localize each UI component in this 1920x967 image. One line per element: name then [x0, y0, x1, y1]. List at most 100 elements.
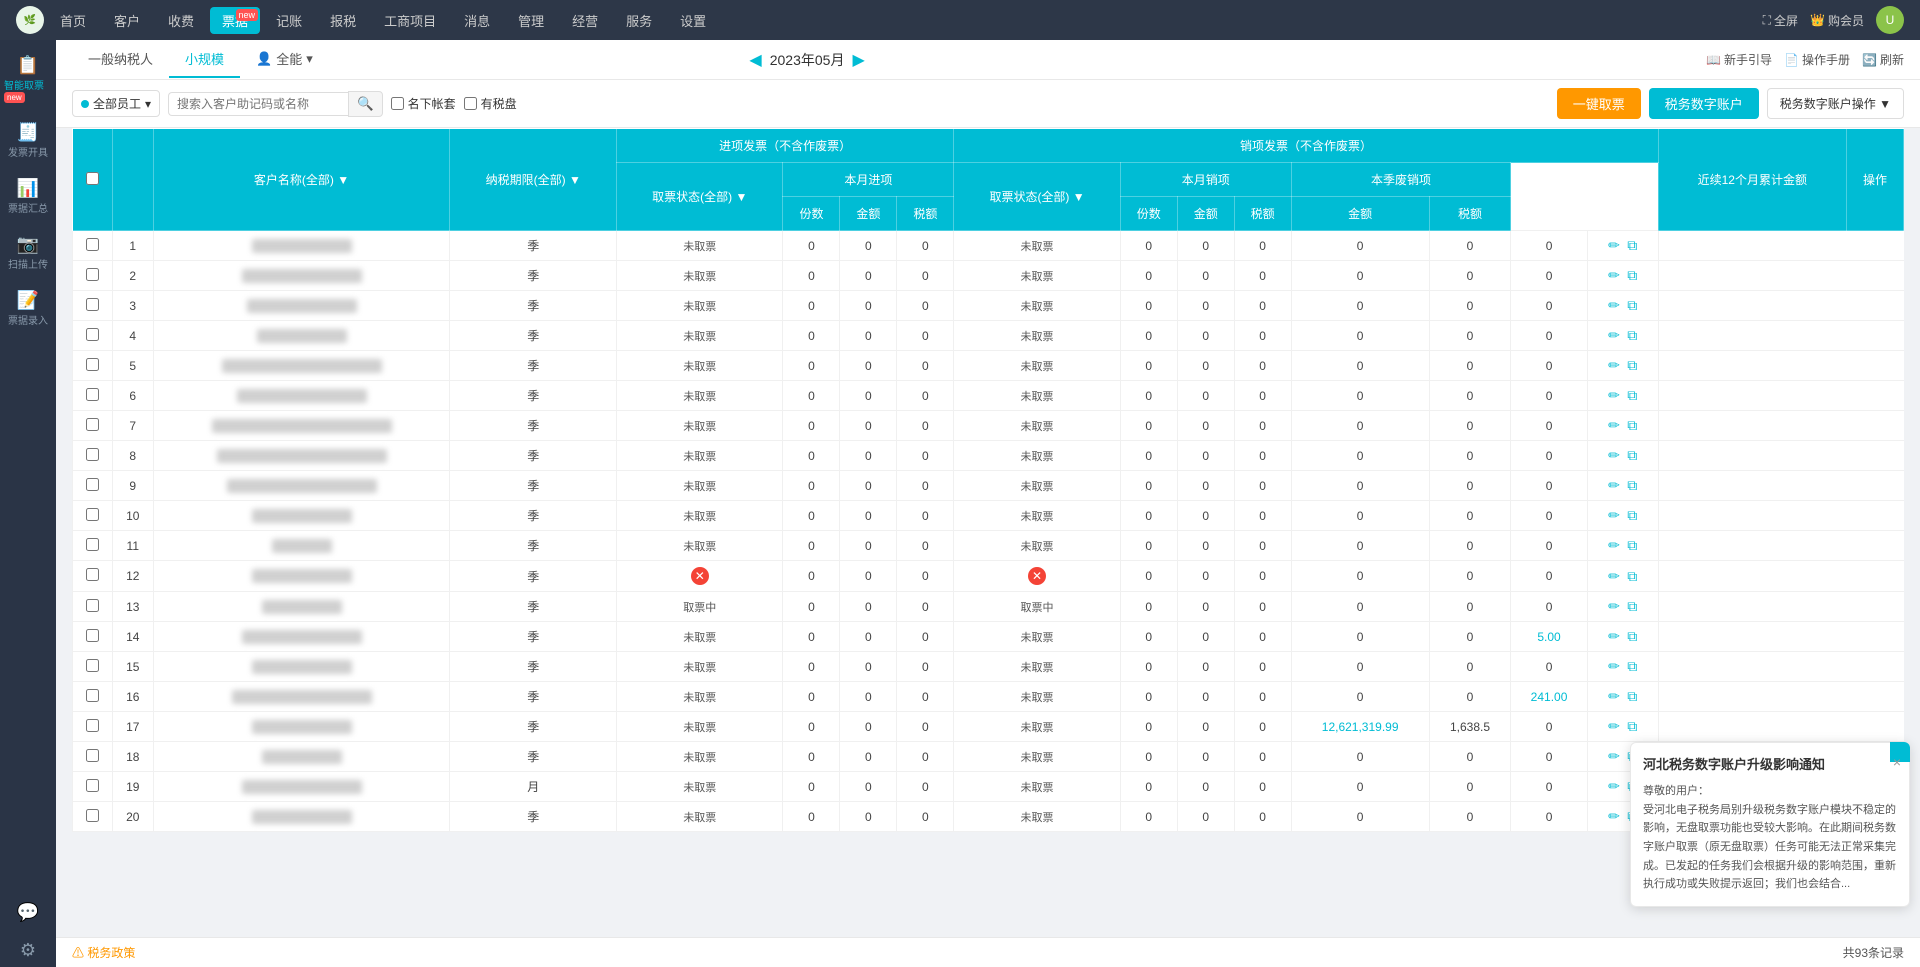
one-click-invoice-btn[interactable]: 一键取票 — [1557, 88, 1641, 119]
row-checkbox[interactable] — [86, 298, 99, 311]
copy-icon[interactable]: ⧉ — [1627, 477, 1637, 493]
nav-billing[interactable]: 收费 — [156, 7, 206, 34]
search-input[interactable] — [168, 92, 348, 116]
row-checkbox[interactable] — [86, 809, 99, 822]
cell-check[interactable] — [73, 501, 113, 531]
cell-check[interactable] — [73, 441, 113, 471]
nav-business[interactable]: 工商项目 — [372, 7, 448, 34]
employee-selector[interactable]: 全部员工 ▾ — [72, 90, 160, 117]
edit-icon[interactable]: ✏ — [1608, 357, 1620, 373]
row-checkbox[interactable] — [86, 749, 99, 762]
cell-check[interactable] — [73, 381, 113, 411]
guide-btn[interactable]: 📖 新手引导 — [1706, 51, 1772, 68]
th-in-status[interactable]: 取票状态(全部) ▼ — [616, 163, 783, 231]
copy-icon[interactable]: ⧉ — [1627, 537, 1637, 553]
copy-icon[interactable]: ⧉ — [1627, 628, 1637, 644]
sidebar-item-invoice-open[interactable]: 🧾 发票开具 — [0, 115, 56, 167]
edit-icon[interactable]: ✏ — [1608, 628, 1620, 644]
digital-account-ops-btn[interactable]: 税务数字账户操作 ▼ — [1767, 88, 1904, 119]
notice-close-btn[interactable]: × — [1893, 751, 1901, 773]
copy-icon[interactable]: ⧉ — [1627, 688, 1637, 704]
edit-icon[interactable]: ✏ — [1608, 778, 1620, 794]
sidebar-item-invoice-summary[interactable]: 📊 票据汇总 — [0, 171, 56, 223]
th-customer[interactable]: 客户名称(全部) ▼ — [153, 129, 450, 231]
edit-icon[interactable]: ✏ — [1608, 748, 1620, 764]
copy-icon[interactable]: ⧉ — [1627, 357, 1637, 373]
fullscreen-btn[interactable]: ⛶ 全屏 — [1763, 12, 1798, 29]
edit-icon[interactable]: ✏ — [1608, 237, 1620, 253]
search-btn[interactable]: 🔍 — [348, 91, 383, 117]
nav-service[interactable]: 服务 — [614, 7, 664, 34]
tax-disk-checkbox[interactable] — [464, 97, 477, 110]
refresh-btn[interactable]: 🔄 刷新 — [1862, 51, 1904, 68]
copy-icon[interactable]: ⧉ — [1627, 718, 1637, 734]
named-account-checkbox[interactable] — [391, 97, 404, 110]
row-checkbox[interactable] — [86, 719, 99, 732]
season-amount-link[interactable]: 12,621,319.99 — [1322, 720, 1399, 734]
cell-check[interactable] — [73, 321, 113, 351]
row-checkbox[interactable] — [86, 268, 99, 281]
month12-link[interactable]: 241.00 — [1531, 690, 1568, 704]
edit-icon[interactable]: ✏ — [1608, 267, 1620, 283]
row-checkbox[interactable] — [86, 508, 99, 521]
tab-general-taxpayer[interactable]: 一般纳税人 — [72, 41, 169, 78]
nav-manage[interactable]: 管理 — [506, 7, 556, 34]
copy-icon[interactable]: ⧉ — [1627, 507, 1637, 523]
row-checkbox[interactable] — [86, 599, 99, 612]
avatar[interactable]: U — [1876, 6, 1904, 34]
edit-icon[interactable]: ✏ — [1608, 598, 1620, 614]
row-checkbox[interactable] — [86, 568, 99, 581]
prev-month-btn[interactable]: ◀ — [749, 50, 761, 70]
nav-message[interactable]: 消息 — [452, 7, 502, 34]
copy-icon[interactable]: ⧉ — [1627, 417, 1637, 433]
copy-icon[interactable]: ⧉ — [1627, 237, 1637, 253]
cell-check[interactable] — [73, 291, 113, 321]
cell-check[interactable] — [73, 351, 113, 381]
row-checkbox[interactable] — [86, 448, 99, 461]
edit-icon[interactable]: ✏ — [1608, 297, 1620, 313]
cell-check[interactable] — [73, 261, 113, 291]
tab-small-scale[interactable]: 小规模 — [169, 41, 240, 78]
sidebar-item-message[interactable]: 💬 — [0, 895, 56, 929]
edit-icon[interactable]: ✏ — [1608, 477, 1620, 493]
sidebar-item-invoice-entry[interactable]: 📝 票据录入 — [0, 283, 56, 335]
row-checkbox[interactable] — [86, 779, 99, 792]
row-checkbox[interactable] — [86, 238, 99, 251]
row-checkbox[interactable] — [86, 328, 99, 341]
copy-icon[interactable]: ⧉ — [1627, 327, 1637, 343]
cell-check[interactable] — [73, 561, 113, 592]
nav-home[interactable]: 首页 — [48, 7, 98, 34]
th-out-status[interactable]: 取票状态(全部) ▼ — [954, 163, 1121, 231]
th-tax-period[interactable]: 纳税期限(全部) ▼ — [450, 129, 617, 231]
cell-check[interactable] — [73, 802, 113, 832]
copy-icon[interactable]: ⧉ — [1627, 267, 1637, 283]
edit-icon[interactable]: ✏ — [1608, 568, 1620, 584]
edit-icon[interactable]: ✏ — [1608, 688, 1620, 704]
edit-icon[interactable]: ✏ — [1608, 507, 1620, 523]
row-checkbox[interactable] — [86, 689, 99, 702]
tab-all[interactable]: 👤 全能 ▾ — [240, 41, 329, 78]
edit-icon[interactable]: ✏ — [1608, 718, 1620, 734]
nav-tax[interactable]: 报税 — [318, 7, 368, 34]
row-checkbox[interactable] — [86, 659, 99, 672]
row-checkbox[interactable] — [86, 358, 99, 371]
nav-customer[interactable]: 客户 — [102, 7, 152, 34]
nav-settings[interactable]: 设置 — [668, 7, 718, 34]
cell-check[interactable] — [73, 411, 113, 441]
row-checkbox[interactable] — [86, 538, 99, 551]
edit-icon[interactable]: ✏ — [1608, 447, 1620, 463]
checkbox-tax-disk[interactable]: 有税盘 — [464, 95, 517, 112]
cell-check[interactable] — [73, 231, 113, 261]
copy-icon[interactable]: ⧉ — [1627, 658, 1637, 674]
manual-btn[interactable]: 📄 操作手册 — [1784, 51, 1850, 68]
digital-account-btn[interactable]: 税务数字账户 — [1649, 88, 1759, 119]
row-checkbox[interactable] — [86, 418, 99, 431]
edit-icon[interactable]: ✏ — [1608, 387, 1620, 403]
copy-icon[interactable]: ⧉ — [1627, 297, 1637, 313]
edit-icon[interactable]: ✏ — [1608, 417, 1620, 433]
checkbox-named-account[interactable]: 名下帐套 — [391, 95, 456, 112]
row-checkbox[interactable] — [86, 478, 99, 491]
cell-check[interactable] — [73, 772, 113, 802]
edit-icon[interactable]: ✏ — [1608, 808, 1620, 824]
copy-icon[interactable]: ⧉ — [1627, 447, 1637, 463]
